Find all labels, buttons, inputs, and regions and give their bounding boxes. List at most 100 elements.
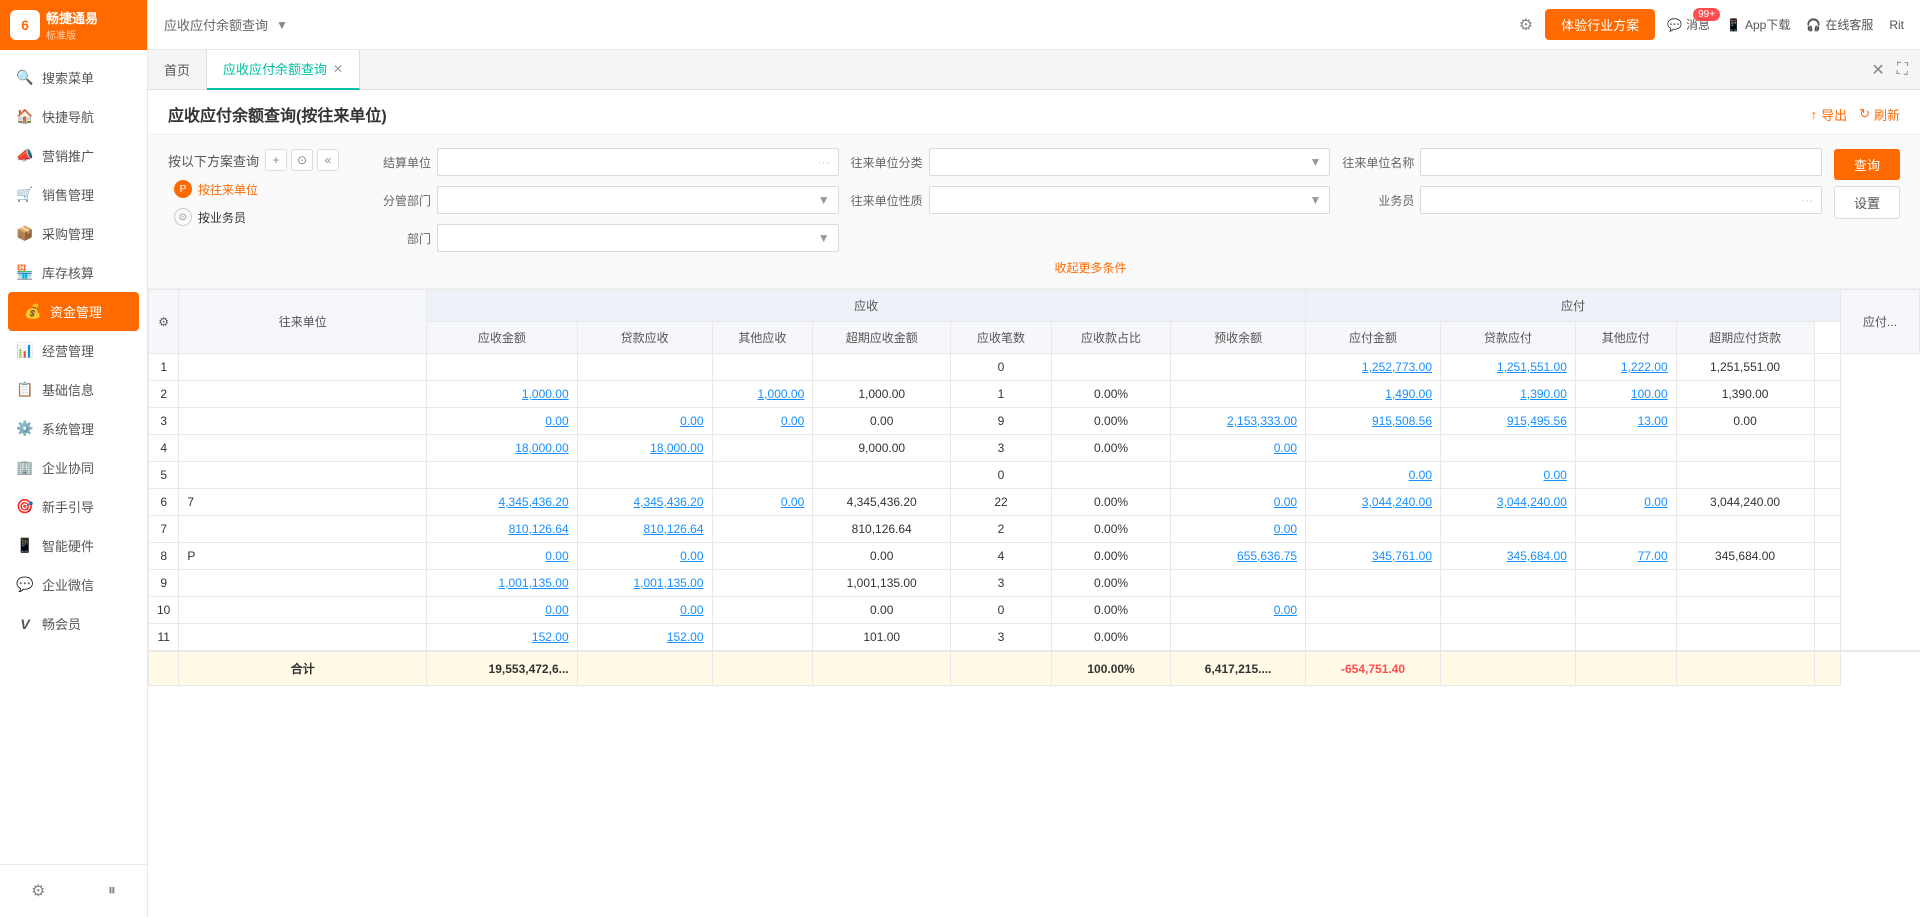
footer-label: 合计 [179,651,427,686]
partner-nav-icon: P [174,180,192,198]
tab-query[interactable]: 应收应付余额查询 ✕ [207,50,360,90]
sidebar-label-corp: 企业协同 [42,458,94,477]
message-btn[interactable]: 💬 消息 99+ [1667,16,1710,33]
home-tab-label: 首页 [164,60,190,79]
nav-by-salesman[interactable]: ⊙ 按业务员 [168,205,347,229]
sidebar-label-finance: 资金管理 [50,302,102,321]
query-tab-label: 应收应付余额查询 [223,59,327,78]
sidebar-label-hardware: 智能硬件 [42,536,94,555]
th-partner: 往来单位 [179,290,427,354]
sidebar: 6 畅捷通易 标准版 🔍 搜索菜单 🏠 快捷导航 📣 营销推广 🛒 销售管理 📦… [0,0,148,917]
table-row: 10 0.00 0.00 0.00 0 0.00% 0.00 [149,597,1920,624]
input-dept[interactable]: ▼ [437,186,839,214]
partner-name: P [179,543,427,570]
tab-close-btn[interactable]: ✕ [333,62,343,76]
th-group-ap: 应付 [1306,290,1841,322]
th-ar-ratio: 应收款占比 [1051,322,1170,354]
footer-ar-amount[interactable]: 19,553,472,6... [427,651,577,686]
input-salesman[interactable]: ··· [1420,186,1822,214]
query-button[interactable]: 查询 [1834,149,1900,180]
row-num: 2 [149,381,179,408]
dots-salesman-icon: ··· [1801,193,1813,207]
footer-ap-other [1575,651,1676,686]
input-settlement[interactable]: ··· [437,148,839,176]
action-buttons: 查询 设置 [1834,147,1900,219]
dots-icon: ··· [818,155,830,169]
sidebar-item-finance[interactable]: 💰 资金管理 [8,292,139,331]
settings-scheme-btn[interactable]: ⊙ [291,149,313,171]
page-header: 应收应付余额查询(按往来单位) ↑ 导出 ↻ 刷新 [148,90,1920,135]
refresh-label: 刷新 [1874,105,1900,124]
nav-by-partner[interactable]: P 按往来单位 [168,177,347,201]
service-label: 在线客服 [1825,16,1873,33]
sidebar-item-purchase[interactable]: 📦 采购管理 [0,214,147,253]
table-row: 7 810,126.64 810,126.64 810,126.64 2 0.0… [149,516,1920,543]
collapse-scheme-btn[interactable]: « [317,149,339,171]
sidebar-item-system[interactable]: ⚙️ 系统管理 [0,409,147,448]
collapse-sidebar-btn[interactable]: ⏸ [100,878,124,904]
service-icon: 🎧 [1806,18,1821,32]
online-service-btn[interactable]: 🎧 在线客服 [1806,16,1873,33]
sidebar-item-wechat[interactable]: 💬 企业微信 [0,565,147,604]
message-badge: 99+ [1693,8,1720,21]
home-icon: 🏠 [16,108,34,125]
breadcrumb-dropdown-btn[interactable]: ▼ [276,18,288,32]
input-partner-category[interactable]: ▼ [929,148,1331,176]
tab-bar: 首页 应收应付余额查询 ✕ ✕ ⛶ [148,50,1920,90]
th-ar-prepay: 预收余额 [1171,322,1306,354]
row-num: 11 [149,624,179,652]
settings-button[interactable]: 设置 [1834,186,1900,219]
add-scheme-btn[interactable]: + [265,149,287,171]
sidebar-item-operation[interactable]: 📊 经营管理 [0,331,147,370]
footer-ap-more [1814,651,1840,686]
partner-name [179,516,427,543]
label-partner-category: 往来单位分类 [851,154,923,171]
sidebar-item-hardware[interactable]: 📱 智能硬件 [0,526,147,565]
header-breadcrumb: 应收应付余额查询 ▼ [164,15,1507,34]
input-branch-dept[interactable]: ▼ [437,224,839,252]
sidebar-item-inventory[interactable]: 🏪 库存核算 [0,253,147,292]
label-dept: 分管部门 [359,192,431,209]
sidebar-label-purchase: 采购管理 [42,224,94,243]
sidebar-label-member: 畅会员 [42,614,81,633]
footer-no [149,651,179,686]
export-btn[interactable]: ↑ 导出 [1811,105,1848,124]
tab-close-all-icon[interactable]: ✕ [1871,60,1884,80]
th-ap-other: 其他应付 [1575,322,1676,354]
input-partner-name[interactable] [1420,148,1822,176]
th-ap-overdue: 超期应付货款 [1676,322,1814,354]
th-ap-more: 应付... [1840,290,1919,354]
partner-name [179,624,427,652]
nav-salesman-label: 按业务员 [198,209,246,226]
user-profile-btn[interactable]: Rit [1889,18,1904,32]
sidebar-item-basic[interactable]: 📋 基础信息 [0,370,147,409]
th-settings[interactable]: ⚙ [149,290,179,354]
app-download-btn[interactable]: 📱 App下载 [1726,16,1790,33]
label-salesman: 业务员 [1342,192,1414,209]
sidebar-item-member[interactable]: V 畅会员 [0,604,147,643]
tab-home[interactable]: 首页 [148,50,207,90]
sidebar-item-search[interactable]: 🔍 搜索菜单 [0,58,147,97]
sidebar-label-marketing: 营销推广 [42,146,94,165]
sidebar-label-guide: 新手引导 [42,497,94,516]
collapse-conditions-btn[interactable]: 收起更多条件 [1054,261,1126,275]
sidebar-item-corp[interactable]: 🏢 企业协同 [0,448,147,487]
tab-fullscreen-icon[interactable]: ⛶ [1897,61,1908,79]
sidebar-item-quick[interactable]: 🏠 快捷导航 [0,97,147,136]
settings-bottom-btn[interactable]: ⚙ [23,877,53,905]
field-branch-dept: 部门 ▼ [359,223,839,253]
footer-ap-loan [1441,651,1576,686]
footer-ar-other [712,651,813,686]
footer-ar-count [951,651,1052,686]
header-gear-icon[interactable]: ⚙ [1519,15,1533,35]
solution-button[interactable]: 体验行业方案 [1545,9,1655,40]
input-partner-nature[interactable]: ▼ [929,186,1331,214]
refresh-btn[interactable]: ↻ 刷新 [1859,105,1900,124]
row-num: 8 [149,543,179,570]
sidebar-item-guide[interactable]: 🎯 新手引导 [0,487,147,526]
sidebar-item-sales[interactable]: 🛒 销售管理 [0,175,147,214]
search-fields-grid: 结算单位 ··· 往来单位分类 ▼ 往来单位名称 [359,147,1822,253]
search-scheme-label: 按以下方案查询 [168,151,259,170]
tab-bar-right: ✕ ⛶ [1871,60,1920,80]
sidebar-item-marketing[interactable]: 📣 营销推广 [0,136,147,175]
